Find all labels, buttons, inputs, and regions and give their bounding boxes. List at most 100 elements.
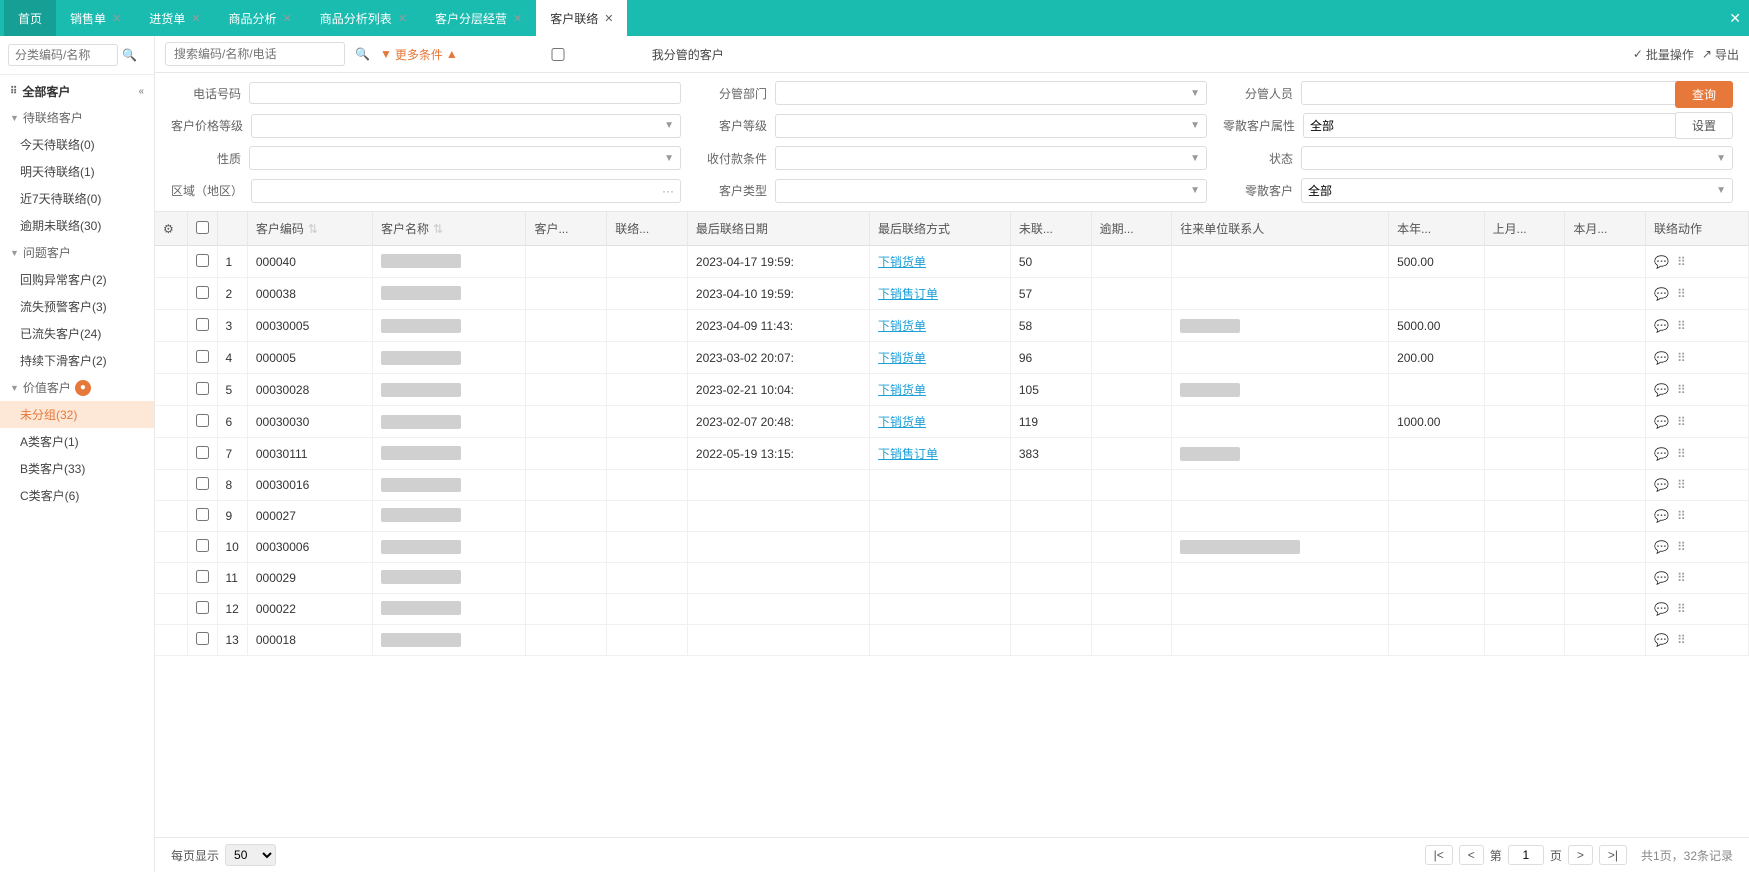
tab-home[interactable]: 首页 <box>4 0 56 36</box>
tab-customer-contact[interactable]: 客户联络 ✕ <box>536 0 627 36</box>
sidebar-item-today-pending[interactable]: 今天待联络(0) <box>0 131 154 158</box>
sidebar-item-tomorrow-pending[interactable]: 明天待联络(1) <box>0 158 154 185</box>
tab-purchase[interactable]: 进货单 ✕ <box>135 0 214 36</box>
th-name[interactable]: 客户名称 ⇅ <box>372 212 525 246</box>
reset-button[interactable]: 设置 <box>1675 112 1733 139</box>
chat-action-icon[interactable]: 💬 <box>1654 633 1669 647</box>
close-tab-customer-contact[interactable]: ✕ <box>604 12 613 25</box>
more-action-icon[interactable]: ⠿ <box>1677 287 1686 301</box>
close-tab-customer-segment[interactable]: ✕ <box>513 12 522 25</box>
next-page-button[interactable]: > <box>1568 845 1593 865</box>
value-group-label[interactable]: ▼ 价值客户 ● <box>0 374 154 401</box>
row-checkbox[interactable] <box>196 539 209 552</box>
my-customers-checkbox[interactable] <box>468 48 648 61</box>
category-search-icon[interactable]: 🔍 <box>122 48 137 62</box>
sidebar-item-class-c[interactable]: C类客户(6) <box>0 482 154 509</box>
problem-group-label[interactable]: ▼ 问题客户 <box>0 239 154 266</box>
chat-action-icon[interactable]: 💬 <box>1654 571 1669 585</box>
per-page-select[interactable]: 50 100 200 <box>225 844 276 866</box>
chat-action-icon[interactable]: 💬 <box>1654 287 1669 301</box>
settings-icon[interactable]: ⚙ <box>163 222 174 236</box>
close-tab-sales[interactable]: ✕ <box>112 12 121 25</box>
person-select[interactable]: ··· <box>1301 81 1733 105</box>
row-checkbox[interactable] <box>196 601 209 614</box>
chat-action-icon[interactable]: 💬 <box>1654 415 1669 429</box>
price-level-select[interactable]: ▼ <box>251 114 681 138</box>
sidebar-item-abnormal-repurchase[interactable]: 回购异常客户(2) <box>0 266 154 293</box>
nature-select[interactable]: ▼ <box>249 146 681 170</box>
page-number-input[interactable] <box>1508 845 1544 865</box>
payment-select[interactable]: ▼ <box>775 146 1207 170</box>
th-settings[interactable]: ⚙ <box>155 212 187 246</box>
export-button[interactable]: ↗ 导出 <box>1702 46 1739 63</box>
more-action-icon[interactable]: ⠿ <box>1677 383 1686 397</box>
row-checkbox[interactable] <box>196 446 209 459</box>
search-input[interactable] <box>165 42 345 66</box>
chat-action-icon[interactable]: 💬 <box>1654 478 1669 492</box>
retail-attr-select[interactable]: 全部 ▼ <box>1303 113 1733 138</box>
all-customers-header[interactable]: ⠿ 全部客户 « <box>0 75 154 104</box>
row-checkbox[interactable] <box>196 382 209 395</box>
retail-customer-select[interactable]: 全部 ▼ <box>1301 178 1733 203</box>
customer-type-select[interactable]: ▼ <box>775 179 1207 203</box>
more-filters-button[interactable]: ▼ 更多条件 ▲ <box>380 46 458 63</box>
search-icon[interactable]: 🔍 <box>355 47 370 61</box>
row-checkbox[interactable] <box>196 318 209 331</box>
more-action-icon[interactable]: ⠿ <box>1677 255 1686 269</box>
chat-action-icon[interactable]: 💬 <box>1654 255 1669 269</box>
close-tab-product-analysis[interactable]: ✕ <box>283 12 292 25</box>
category-search-input[interactable] <box>8 44 118 66</box>
customer-level-select[interactable]: ▼ <box>775 114 1207 138</box>
select-all-checkbox[interactable] <box>196 221 209 234</box>
chat-action-icon[interactable]: 💬 <box>1654 509 1669 523</box>
status-select[interactable]: ▼ <box>1301 146 1733 170</box>
phone-input[interactable] <box>249 82 681 104</box>
batch-operation-button[interactable]: ✓ 批量操作 <box>1633 46 1694 63</box>
region-select[interactable]: ··· <box>251 179 681 203</box>
tab-sales[interactable]: 销售单 ✕ <box>56 0 135 36</box>
window-close-button[interactable]: ✕ <box>1729 10 1741 26</box>
my-customers-checkbox-label[interactable]: 我分管的客户 <box>468 46 724 63</box>
more-action-icon[interactable]: ⠿ <box>1677 602 1686 616</box>
th-code[interactable]: 客户编码 ⇅ <box>247 212 372 246</box>
chat-action-icon[interactable]: 💬 <box>1654 351 1669 365</box>
sidebar-item-churned[interactable]: 已流失客户(24) <box>0 320 154 347</box>
sidebar-item-ungrouped[interactable]: 未分组(32) <box>0 401 154 428</box>
sidebar-item-declining[interactable]: 持续下滑客户(2) <box>0 347 154 374</box>
row-checkbox[interactable] <box>196 508 209 521</box>
tab-product-analysis-list[interactable]: 商品分析列表 ✕ <box>306 0 421 36</box>
close-tab-product-analysis-list[interactable]: ✕ <box>398 12 407 25</box>
pending-group-label[interactable]: ▼ 待联络客户 <box>0 104 154 131</box>
close-tab-purchase[interactable]: ✕ <box>191 12 200 25</box>
sidebar-item-class-b[interactable]: B类客户(33) <box>0 455 154 482</box>
more-action-icon[interactable]: ⠿ <box>1677 447 1686 461</box>
row-checkbox[interactable] <box>196 286 209 299</box>
dept-select[interactable]: ▼ <box>775 81 1207 105</box>
row-checkbox[interactable] <box>196 350 209 363</box>
row-checkbox[interactable] <box>196 632 209 645</box>
search-button[interactable]: 查询 <box>1675 81 1733 108</box>
chat-action-icon[interactable]: 💬 <box>1654 447 1669 461</box>
chat-action-icon[interactable]: 💬 <box>1654 602 1669 616</box>
row-checkbox[interactable] <box>196 570 209 583</box>
more-action-icon[interactable]: ⠿ <box>1677 633 1686 647</box>
sidebar-item-overdue-pending[interactable]: 逾期未联络(30) <box>0 212 154 239</box>
sidebar-item-week-pending[interactable]: 近7天待联络(0) <box>0 185 154 212</box>
chat-action-icon[interactable]: 💬 <box>1654 319 1669 333</box>
more-action-icon[interactable]: ⠿ <box>1677 540 1686 554</box>
more-action-icon[interactable]: ⠿ <box>1677 415 1686 429</box>
chat-action-icon[interactable]: 💬 <box>1654 383 1669 397</box>
sidebar-item-class-a[interactable]: A类客户(1) <box>0 428 154 455</box>
tab-customer-segment[interactable]: 客户分层经营 ✕ <box>421 0 536 36</box>
prev-page-button[interactable]: < <box>1459 845 1484 865</box>
sidebar-item-churn-warning[interactable]: 流失预警客户(3) <box>0 293 154 320</box>
more-action-icon[interactable]: ⠿ <box>1677 509 1686 523</box>
row-checkbox[interactable] <box>196 477 209 490</box>
row-checkbox[interactable] <box>196 254 209 267</box>
more-action-icon[interactable]: ⠿ <box>1677 478 1686 492</box>
row-checkbox[interactable] <box>196 414 209 427</box>
first-page-button[interactable]: |< <box>1425 845 1453 865</box>
chat-action-icon[interactable]: 💬 <box>1654 540 1669 554</box>
last-page-button[interactable]: >| <box>1599 845 1627 865</box>
more-action-icon[interactable]: ⠿ <box>1677 319 1686 333</box>
